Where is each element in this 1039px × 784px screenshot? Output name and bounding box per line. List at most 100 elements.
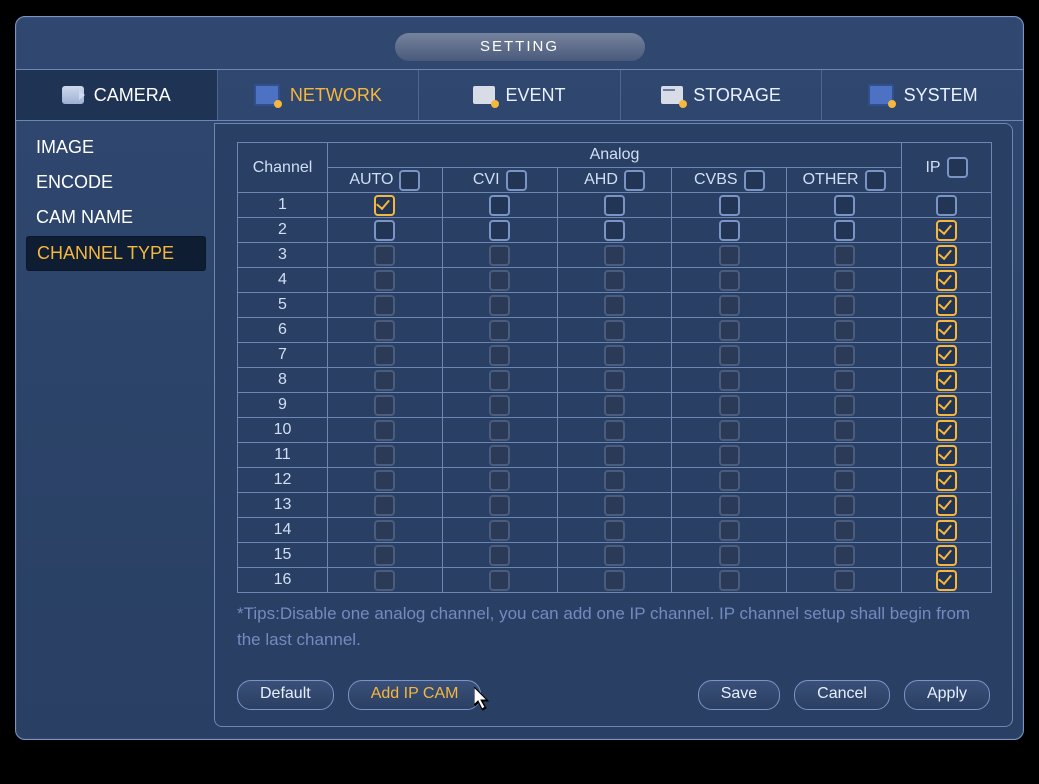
- auto-checkbox: [374, 295, 395, 316]
- channel-type-table: ChannelAnalogIPAUTOCVIAHDCVBSOTHER123456…: [237, 142, 992, 593]
- cvi-checkbox: [489, 295, 510, 316]
- cell-ip: [902, 368, 992, 393]
- ahd-checkbox[interactable]: [604, 195, 625, 216]
- cvi-checkbox: [489, 420, 510, 441]
- ip-checkbox[interactable]: [936, 520, 957, 541]
- tab-network[interactable]: NETWORK: [218, 70, 420, 120]
- other-checkbox: [834, 270, 855, 291]
- ip-checkbox[interactable]: [936, 220, 957, 241]
- cvi-checkbox[interactable]: [489, 220, 510, 241]
- cell-ahd: [557, 368, 672, 393]
- cell-ip: [902, 293, 992, 318]
- header-ip-checkbox[interactable]: [947, 157, 968, 178]
- header-other-checkbox[interactable]: [865, 170, 886, 191]
- table-row: 11: [238, 443, 992, 468]
- cell-cvbs: [672, 418, 787, 443]
- tab-storage[interactable]: STORAGE: [621, 70, 823, 120]
- ip-checkbox[interactable]: [936, 320, 957, 341]
- ahd-checkbox: [604, 570, 625, 591]
- storage-icon: [661, 86, 683, 104]
- cell-cvbs: [672, 243, 787, 268]
- cvi-checkbox[interactable]: [489, 195, 510, 216]
- apply-button[interactable]: Apply: [904, 680, 990, 710]
- cell-ip: [902, 518, 992, 543]
- ip-checkbox[interactable]: [936, 395, 957, 416]
- cell-auto: [328, 443, 443, 468]
- auto-checkbox: [374, 470, 395, 491]
- ip-checkbox[interactable]: [936, 420, 957, 441]
- cell-cvi: [442, 393, 557, 418]
- header-ahd-label: AHD: [584, 171, 618, 189]
- other-checkbox: [834, 470, 855, 491]
- sidebar-item-image[interactable]: IMAGE: [26, 131, 206, 164]
- system-icon: [868, 84, 894, 106]
- ip-checkbox[interactable]: [936, 245, 957, 266]
- other-checkbox: [834, 570, 855, 591]
- auto-checkbox[interactable]: [374, 195, 395, 216]
- tab-camera[interactable]: CAMERA: [16, 70, 218, 120]
- cell-cvi: [442, 518, 557, 543]
- ahd-checkbox: [604, 320, 625, 341]
- cell-auto: [328, 243, 443, 268]
- default-button[interactable]: Default: [237, 680, 334, 710]
- button-bar: Default Add IP CAM Save Cancel Apply: [237, 678, 990, 712]
- header-cvbs-checkbox[interactable]: [744, 170, 765, 191]
- other-checkbox[interactable]: [834, 220, 855, 241]
- ip-checkbox[interactable]: [936, 195, 957, 216]
- network-icon: [254, 84, 280, 106]
- table-row: 14: [238, 518, 992, 543]
- tab-system[interactable]: SYSTEM: [822, 70, 1023, 120]
- cell-channel: 2: [238, 218, 328, 243]
- table-row: 13: [238, 493, 992, 518]
- other-checkbox: [834, 495, 855, 516]
- header-cvi-checkbox[interactable]: [506, 170, 527, 191]
- sidebar-item-channeltype[interactable]: CHANNEL TYPE: [26, 236, 206, 271]
- ip-checkbox[interactable]: [936, 295, 957, 316]
- table-row: 10: [238, 418, 992, 443]
- ip-checkbox[interactable]: [936, 545, 957, 566]
- cell-channel: 16: [238, 568, 328, 593]
- ahd-checkbox: [604, 270, 625, 291]
- ip-checkbox[interactable]: [936, 470, 957, 491]
- auto-checkbox: [374, 495, 395, 516]
- tab-event[interactable]: EVENT: [419, 70, 621, 120]
- add-ip-cam-button[interactable]: Add IP CAM: [348, 680, 482, 710]
- cell-cvi: [442, 243, 557, 268]
- ahd-checkbox: [604, 420, 625, 441]
- cell-ahd: [557, 218, 672, 243]
- cvi-checkbox: [489, 520, 510, 541]
- header-ahd: AHD: [557, 168, 672, 193]
- tab-label: CAMERA: [94, 85, 171, 106]
- cvbs-checkbox[interactable]: [719, 195, 740, 216]
- header-ahd-checkbox[interactable]: [624, 170, 645, 191]
- cell-ahd: [557, 568, 672, 593]
- sidebar-item-encode[interactable]: ENCODE: [26, 166, 206, 199]
- auto-checkbox[interactable]: [374, 220, 395, 241]
- other-checkbox: [834, 295, 855, 316]
- cell-cvbs: [672, 318, 787, 343]
- header-other-label: OTHER: [803, 171, 859, 189]
- ip-checkbox[interactable]: [936, 370, 957, 391]
- ip-checkbox[interactable]: [936, 495, 957, 516]
- header-auto-checkbox[interactable]: [399, 170, 420, 191]
- cvi-checkbox: [489, 395, 510, 416]
- other-checkbox: [834, 245, 855, 266]
- ip-checkbox[interactable]: [936, 270, 957, 291]
- table-row: 2: [238, 218, 992, 243]
- ip-checkbox[interactable]: [936, 345, 957, 366]
- cell-other: [787, 568, 902, 593]
- cell-cvbs: [672, 293, 787, 318]
- cell-auto: [328, 568, 443, 593]
- ip-checkbox[interactable]: [936, 570, 957, 591]
- header-cvbs: CVBS: [672, 168, 787, 193]
- ahd-checkbox[interactable]: [604, 220, 625, 241]
- other-checkbox: [834, 345, 855, 366]
- cancel-button[interactable]: Cancel: [794, 680, 890, 710]
- ip-checkbox[interactable]: [936, 445, 957, 466]
- other-checkbox[interactable]: [834, 195, 855, 216]
- save-button[interactable]: Save: [698, 680, 780, 710]
- auto-checkbox: [374, 345, 395, 366]
- sidebar-item-camname[interactable]: CAM NAME: [26, 201, 206, 234]
- cvbs-checkbox[interactable]: [719, 220, 740, 241]
- cell-cvbs: [672, 518, 787, 543]
